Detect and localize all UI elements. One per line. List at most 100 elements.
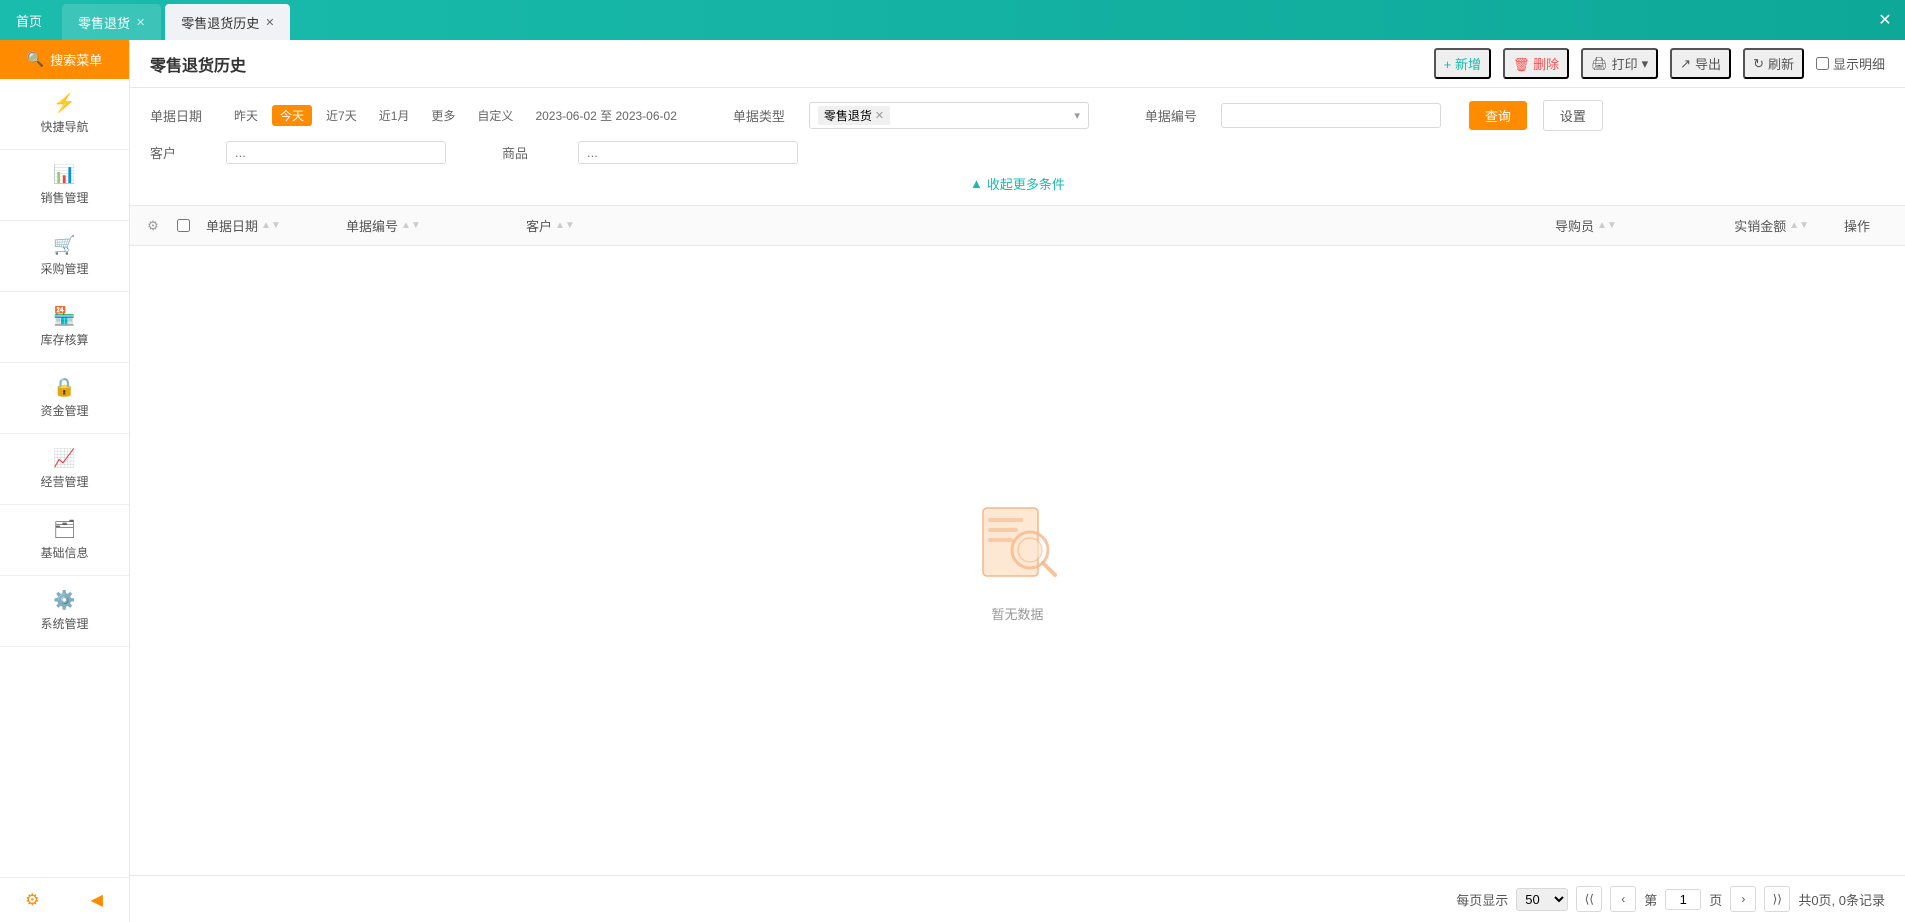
quick-nav-icon: ⚡ — [53, 93, 75, 114]
sidebar-settings-btn[interactable]: ⚙ — [0, 878, 65, 922]
page-header: 零售退货历史 + 新增 🗑 删除 🖨 打印 ▾ ↗ 导出 ↻ 刷新 — [130, 40, 1905, 88]
tab-retail-return-history[interactable]: 零售退货历史 ✕ — [165, 4, 290, 40]
col-header-doc-no[interactable]: 单据编号 ▲▼ — [338, 216, 518, 235]
total-info: 共0页, 0条记录 — [1798, 890, 1885, 909]
col-amount-label: 实销金额 — [1734, 216, 1786, 235]
select-all-checkbox-cell[interactable] — [168, 219, 198, 232]
date-btn-yesterday[interactable]: 昨天 — [226, 105, 266, 126]
current-page-input[interactable] — [1665, 889, 1701, 910]
page-size-select[interactable]: 10 20 50 100 — [1516, 888, 1568, 911]
tab-retail-return-history-label: 零售退货历史 — [181, 13, 259, 32]
delete-button[interactable]: 🗑 删除 — [1503, 48, 1569, 79]
sidebar-item-finance-label: 资金管理 — [40, 402, 88, 419]
tab-home[interactable]: 首页 — [0, 0, 58, 40]
collapse-label: 收起更多条件 — [987, 174, 1065, 193]
doc-no-input[interactable] — [1221, 103, 1441, 128]
first-page-icon: ⟨⟨ — [1585, 892, 1594, 906]
setting-button[interactable]: 设置 — [1543, 100, 1603, 131]
tab-retail-return[interactable]: 零售退货 ✕ — [62, 4, 161, 40]
col-header-customer[interactable]: 客户 ▲▼ — [518, 216, 1547, 235]
date-options: 昨天 今天 近7天 近1月 更多 自定义 2023-06-02 至 2023-0… — [226, 105, 677, 126]
first-page-btn[interactable]: ⟨⟨ — [1576, 886, 1602, 912]
sidebar-item-ops-mgmt[interactable]: 📈 经营管理 — [0, 434, 129, 505]
select-all-checkbox[interactable] — [177, 219, 190, 232]
purchase-icon: 🛒 — [53, 235, 75, 256]
refresh-button[interactable]: ↻ 刷新 — [1743, 48, 1804, 79]
export-icon: ↗ — [1680, 56, 1691, 72]
date-btn-more[interactable]: 更多 — [423, 105, 463, 126]
sidebar-item-system-mgmt[interactable]: ⚙️ 系统管理 — [0, 576, 129, 647]
doc-type-tag-remove[interactable]: ✕ — [875, 109, 884, 122]
next-page-btn[interactable]: › — [1730, 886, 1756, 912]
date-btn-today[interactable]: 今天 — [272, 105, 312, 126]
doc-type-input[interactable]: 零售退货 ✕ ▾ — [809, 102, 1089, 129]
tab-retail-return-history-close[interactable]: ✕ — [265, 16, 274, 29]
sidebar-item-ops-label: 经营管理 — [40, 473, 88, 490]
collapse-icon: ◀ — [91, 890, 103, 910]
col-header-amount[interactable]: 实销金额 ▲▼ — [1697, 216, 1817, 235]
window-close-button[interactable]: ✕ — [1865, 0, 1905, 40]
col-header-guide[interactable]: 导购员 ▲▼ — [1547, 216, 1697, 235]
goods-input[interactable] — [578, 141, 798, 164]
col-customer-sort-icon: ▲▼ — [555, 221, 575, 231]
tab-list: 首页 零售退货 ✕ 零售退货历史 ✕ — [0, 0, 1865, 40]
sidebar-item-quick-nav[interactable]: ⚡ 快捷导航 — [0, 79, 129, 150]
sidebar-item-inventory-check[interactable]: 🏪 库存核算 — [0, 292, 129, 363]
print-button[interactable]: 🖨 打印 ▾ — [1581, 48, 1658, 79]
sidebar-item-finance-mgmt[interactable]: 🔒 资金管理 — [0, 363, 129, 434]
empty-state: 暂无数据 — [130, 246, 1905, 875]
page-label-prefix: 第 — [1644, 890, 1657, 909]
date-range-value: 2023-06-02 至 2023-06-02 — [535, 107, 676, 124]
close-icon: ✕ — [1878, 10, 1891, 30]
main-layout: 🔍 搜索菜单 ⚡ 快捷导航 📊 销售管理 🛒 采购管理 🏪 库存核算 🔒 资金管… — [0, 40, 1905, 922]
display-toggle-checkbox[interactable] — [1816, 57, 1829, 70]
export-button[interactable]: ↗ 导出 — [1670, 48, 1731, 79]
customer-input[interactable] — [226, 141, 446, 164]
col-date-sort-icon: ▲▼ — [261, 221, 281, 231]
column-settings-btn[interactable]: ⚙ — [138, 218, 168, 234]
search-icon: 🔍 — [27, 51, 44, 68]
tab-retail-return-label: 零售退货 — [78, 13, 130, 32]
doc-type-label: 单据类型 — [733, 106, 793, 125]
customer-label: 客户 — [150, 143, 210, 162]
date-btn-last7[interactable]: 近7天 — [318, 105, 365, 126]
filter-area: 单据日期 昨天 今天 近7天 近1月 更多 自定义 2023-06-02 至 2… — [130, 88, 1905, 206]
new-button[interactable]: + 新增 — [1434, 48, 1491, 79]
date-btn-last1month[interactable]: 近1月 — [371, 105, 418, 126]
sidebar-item-inventory-label: 库存核算 — [40, 331, 88, 348]
col-amount-sort-icon: ▲▼ — [1789, 221, 1809, 231]
header-actions: + 新增 🗑 删除 🖨 打印 ▾ ↗ 导出 ↻ 刷新 显示明细 — [1434, 48, 1885, 79]
sidebar-collapse-btn[interactable]: ◀ — [65, 878, 130, 922]
basic-info-icon: 🗂 — [53, 519, 76, 540]
empty-text: 暂无数据 — [991, 604, 1043, 623]
prev-page-btn[interactable]: ‹ — [1610, 886, 1636, 912]
page-title: 零售退货历史 — [150, 52, 246, 76]
ops-icon: 📈 — [53, 448, 75, 469]
page-label-suffix: 页 — [1709, 890, 1722, 909]
sales-icon: 📊 — [53, 164, 75, 185]
sidebar-search[interactable]: 🔍 搜索菜单 — [0, 40, 129, 79]
collapse-button[interactable]: ▲ 收起更多条件 — [970, 174, 1065, 193]
gear-icon: ⚙ — [25, 890, 39, 910]
table-area: ⚙ 单据日期 ▲▼ 单据编号 ▲▼ 客户 ▲▼ 导购员 — [130, 206, 1905, 875]
goods-text-input[interactable] — [587, 145, 763, 160]
refresh-icon: ↻ — [1753, 56, 1764, 72]
inventory-icon: 🏪 — [53, 306, 75, 327]
sidebar-item-basic-info[interactable]: 🗂 基础信息 — [0, 505, 129, 576]
last-page-btn[interactable]: ⟩⟩ — [1764, 886, 1790, 912]
sidebar-item-sales-mgmt[interactable]: 📊 销售管理 — [0, 150, 129, 221]
doc-type-dropdown-arrow-icon: ▾ — [1074, 109, 1080, 122]
tab-home-label: 首页 — [16, 11, 42, 30]
sidebar-search-label: 搜索菜单 — [50, 50, 102, 69]
col-header-action: 操作 — [1817, 216, 1897, 235]
tab-retail-return-close[interactable]: ✕ — [136, 16, 145, 29]
finance-icon: 🔒 — [53, 377, 75, 398]
query-button[interactable]: 查询 — [1469, 101, 1527, 130]
sidebar-item-purchase-mgmt[interactable]: 🛒 采购管理 — [0, 221, 129, 292]
content-area: 零售退货历史 + 新增 🗑 删除 🖨 打印 ▾ ↗ 导出 ↻ 刷新 — [130, 40, 1905, 922]
display-toggle[interactable]: 显示明细 — [1816, 54, 1885, 73]
customer-text-input[interactable] — [235, 145, 411, 160]
date-btn-custom[interactable]: 自定义 — [469, 105, 521, 126]
col-doc-no-sort-icon: ▲▼ — [401, 221, 421, 231]
col-header-date[interactable]: 单据日期 ▲▼ — [198, 216, 338, 235]
